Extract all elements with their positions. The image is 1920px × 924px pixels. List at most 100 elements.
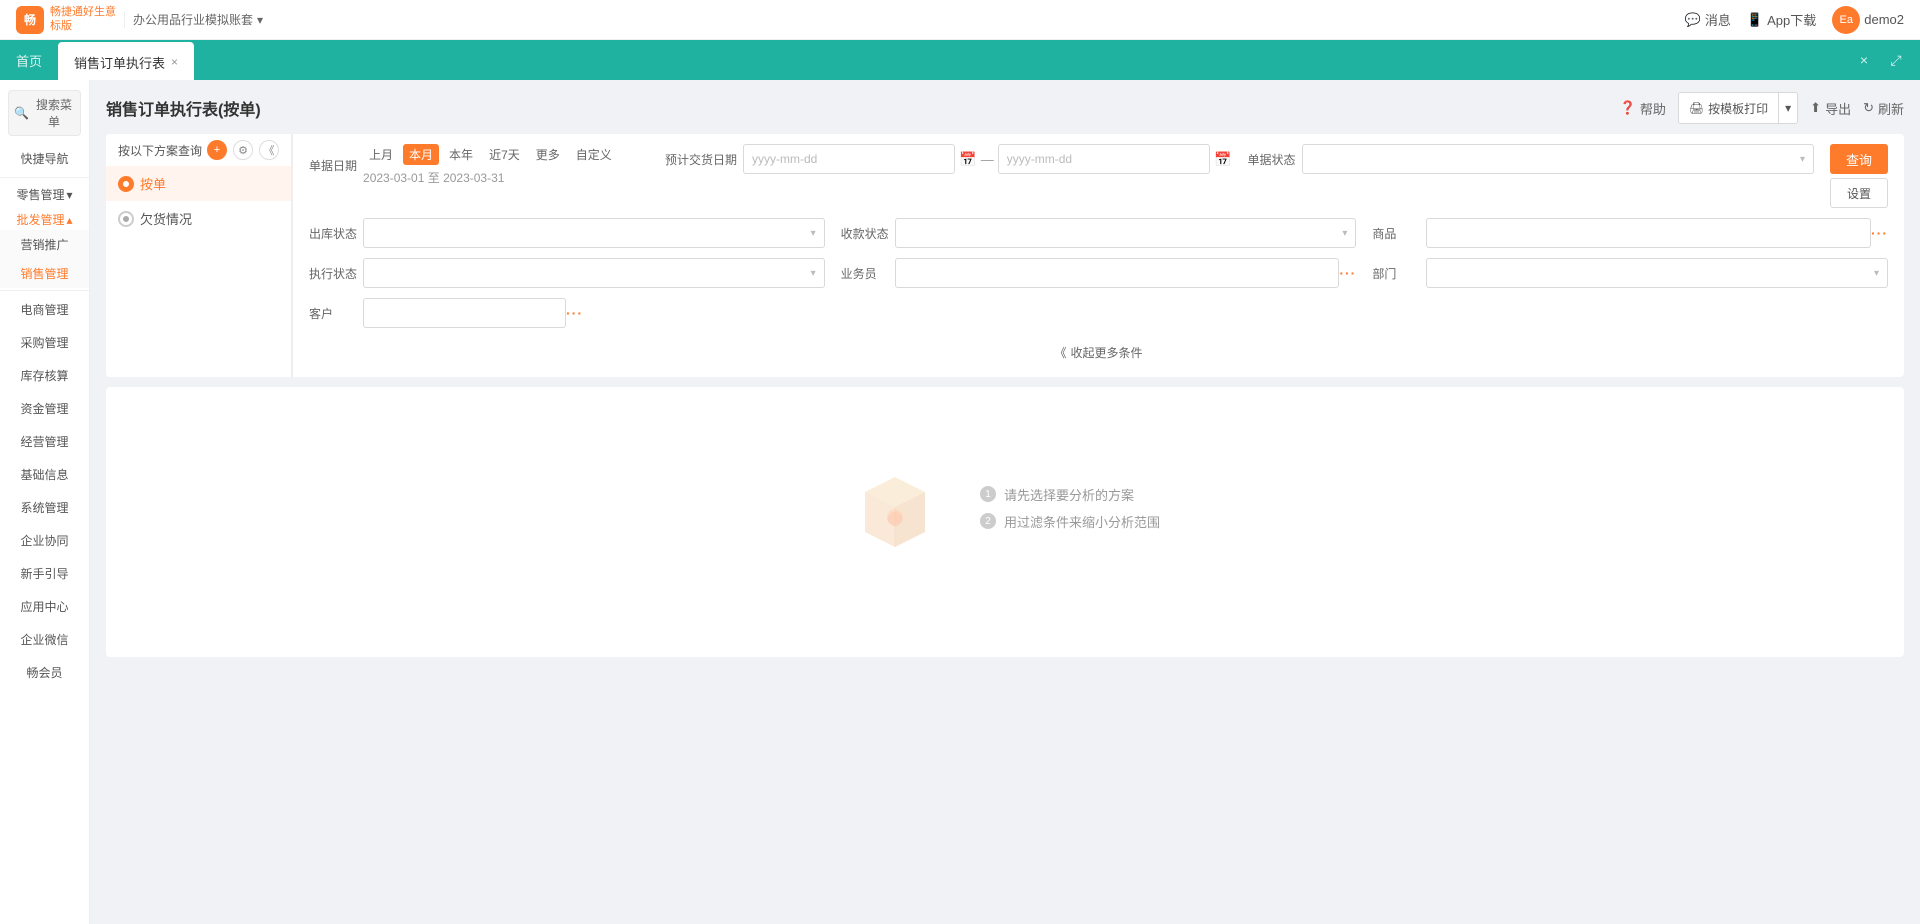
sidebar-item-retail[interactable]: 零售管理 ▾ <box>0 180 89 205</box>
sidebar-item-label: 批发管理 <box>16 211 64 228</box>
date-range-display: 2023-03-01 至 2023-03-31 <box>363 169 618 186</box>
message-button[interactable]: 💬 消息 <box>1685 10 1731 29</box>
sidebar-item-sales[interactable]: 销售管理 <box>0 259 89 288</box>
export-button[interactable]: ⬆ 导出 <box>1810 99 1851 118</box>
collapse-filter-button[interactable]: 《 收起更多条件 <box>309 338 1888 367</box>
sidebar-item-label: 零售管理 <box>16 186 64 203</box>
tab-bar-right: × ⤢ <box>1852 48 1920 72</box>
scheme-actions: + ⚙ 《 <box>207 140 279 160</box>
page-header: 销售订单执行表(按单) ❓ 帮助 🖨 按模板打印 ▾ <box>106 92 1904 124</box>
empty-state: 1 请先选择要分析的方案 2 用过滤条件来缩小分析范围 <box>106 407 1904 617</box>
customer-input[interactable] <box>363 298 566 328</box>
status-field-group: 单据状态 ▾ <box>1248 144 1815 174</box>
sidebar-item-system[interactable]: 系统管理 <box>0 491 89 524</box>
user-profile[interactable]: Ea demo2 <box>1832 6 1904 34</box>
print-button[interactable]: 🖨 按模板打印 <box>1679 93 1779 123</box>
calendar-icon-start: 📅 <box>959 151 976 168</box>
logo-text: 畅捷通好生意 标版 <box>50 6 116 32</box>
tab-close-icon[interactable]: × <box>171 55 178 69</box>
help-button[interactable]: ❓ 帮助 <box>1620 99 1666 118</box>
top-bar-right: 💬 消息 📱 App下载 Ea demo2 <box>1685 6 1904 34</box>
row2-filters: 出库状态 ▾ 收款状态 <box>309 218 1888 248</box>
goods-more-button[interactable]: ··· <box>1871 225 1888 241</box>
expected-date-end-input[interactable] <box>998 144 1210 174</box>
dept-select[interactable]: ▾ <box>1426 258 1888 288</box>
out-status-select[interactable]: ▾ <box>363 218 825 248</box>
app-download-button[interactable]: 📱 App下载 <box>1747 10 1816 29</box>
goods-input[interactable] <box>1426 218 1871 248</box>
customer-more-button[interactable]: ··· <box>566 305 583 321</box>
calendar-icon-end: 📅 <box>1214 151 1231 168</box>
chevron-up-icon: ▴ <box>66 213 72 227</box>
date-field-group: 单据日期 上月 本月 本年 近7天 更多 自定义 <box>309 144 649 186</box>
logo-icon: 畅 <box>16 6 44 34</box>
sidebar-item-purchase[interactable]: 采购管理 <box>0 326 89 359</box>
sidebar-item-inventory[interactable]: 库存核算 <box>0 359 89 392</box>
tab-bar: 首页 销售订单执行表 × × ⤢ <box>0 40 1920 80</box>
window-close-button[interactable]: × <box>1852 48 1876 72</box>
tab-sales-order[interactable]: 销售订单执行表 × <box>58 42 194 82</box>
refresh-button[interactable]: ↻ 刷新 <box>1863 99 1904 118</box>
customer-input-area: ··· <box>363 298 583 328</box>
refresh-icon: ↻ <box>1863 100 1874 116</box>
row3-filters: 执行状态 ▾ 业务员 <box>309 258 1888 288</box>
scheme-item-icon-2 <box>118 211 134 227</box>
dept-group: 部门 ▾ <box>1372 258 1888 288</box>
content-area: 销售订单执行表(按单) ❓ 帮助 🖨 按模板打印 ▾ <box>90 80 1920 924</box>
page-content: 销售订单执行表(按单) ❓ 帮助 🖨 按模板打印 ▾ <box>90 80 1920 924</box>
exec-status-select[interactable]: ▾ <box>363 258 825 288</box>
scheme-header: 按以下方案查询 + ⚙ 《 <box>106 134 291 166</box>
expected-date-group: 预计交货日期 📅 — 📅 <box>665 144 1232 174</box>
search-icon: 🔍 <box>14 106 29 120</box>
sidebar-item-newbie[interactable]: 新手引导 <box>0 557 89 590</box>
date-section: 上月 本月 本年 近7天 更多 自定义 2023-03-01 至 2023-03… <box>363 144 618 186</box>
message-icon: 💬 <box>1685 12 1701 28</box>
breadcrumb[interactable]: 办公用品行业模拟账套 ▾ <box>133 11 263 28</box>
scheme-collapse-button[interactable]: 《 <box>259 140 279 160</box>
salesperson-input[interactable] <box>895 258 1340 288</box>
settings-button[interactable]: 设置 <box>1830 178 1888 208</box>
sidebar-item-quicknav[interactable]: 快捷导航 <box>0 142 89 175</box>
sidebar-item-marketing[interactable]: 营销推广 <box>0 230 89 259</box>
sidebar-item-appstore[interactable]: 应用中心 <box>0 590 89 623</box>
print-icon: 🖨 <box>1689 101 1704 115</box>
collection-status-group: 收款状态 ▾ <box>841 218 1357 248</box>
dept-select-arrow: ▾ <box>1874 268 1879 279</box>
window-maximize-button[interactable]: ⤢ <box>1884 48 1908 72</box>
collection-status-select[interactable]: ▾ <box>895 218 1357 248</box>
sidebar-item-operations[interactable]: 经营管理 <box>0 425 89 458</box>
date-custom-btn[interactable]: 自定义 <box>570 144 618 165</box>
empty-tip-2: 2 用过滤条件来缩小分析范围 <box>980 512 1160 531</box>
sidebar-item-member[interactable]: 畅会员 <box>0 656 89 689</box>
tab-home[interactable]: 首页 <box>0 40 58 80</box>
sidebar-item-wholesale[interactable]: 批发管理 ▴ <box>0 205 89 230</box>
sidebar-item-ecommerce[interactable]: 电商管理 <box>0 293 89 326</box>
results-area: 1 请先选择要分析的方案 2 用过滤条件来缩小分析范围 <box>106 387 1904 657</box>
salesperson-group: 业务员 ··· <box>841 258 1357 288</box>
collection-status-arrow: ▾ <box>1342 228 1347 239</box>
date-this-year-btn[interactable]: 本年 <box>443 144 479 165</box>
date-prev-month-btn[interactable]: 上月 <box>363 144 399 165</box>
query-button[interactable]: 查询 <box>1830 144 1888 174</box>
date-last7-btn[interactable]: 近7天 <box>483 144 526 165</box>
scheme-item-sales-order[interactable]: 按单 <box>106 166 291 201</box>
scheme-add-button[interactable]: + <box>207 140 227 160</box>
sidebar-item-finance[interactable]: 资金管理 <box>0 392 89 425</box>
exec-status-group: 执行状态 ▾ <box>309 258 825 288</box>
filter-panel: 单据日期 上月 本月 本年 近7天 更多 自定义 <box>292 134 1904 377</box>
print-dropdown-button[interactable]: ▾ <box>1779 93 1797 123</box>
sidebar-item-basic[interactable]: 基础信息 <box>0 458 89 491</box>
salesperson-more-button[interactable]: ··· <box>1339 265 1356 281</box>
empty-state-tips: 1 请先选择要分析的方案 2 用过滤条件来缩小分析范围 <box>980 485 1160 539</box>
scheme-settings-button[interactable]: ⚙ <box>233 140 253 160</box>
goods-group: 商品 ··· <box>1372 218 1888 248</box>
sidebar-item-wechat[interactable]: 企业微信 <box>0 623 89 656</box>
date-this-month-btn[interactable]: 本月 <box>403 144 439 165</box>
status-select[interactable]: ▾ <box>1302 144 1814 174</box>
expected-date-range: 📅 — 📅 <box>743 144 1231 174</box>
expected-date-start-input[interactable] <box>743 144 955 174</box>
sidebar-search-button[interactable]: 🔍 搜索菜单 <box>8 90 81 136</box>
sidebar-item-enterprise[interactable]: 企业协同 <box>0 524 89 557</box>
date-more-btn[interactable]: 更多 <box>530 144 566 165</box>
scheme-item-arrears[interactable]: 欠货情况 <box>106 201 291 236</box>
